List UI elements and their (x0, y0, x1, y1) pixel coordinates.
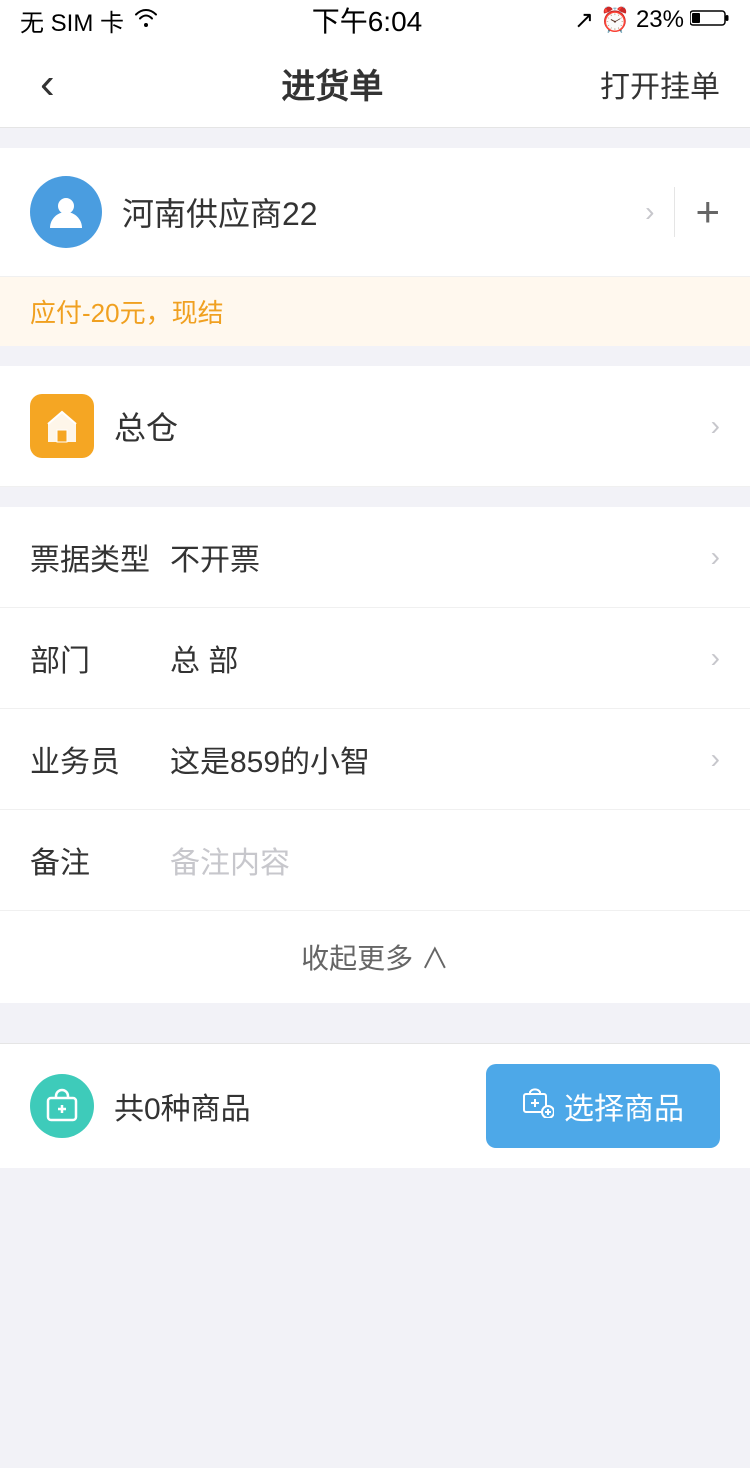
salesperson-key: 业务员 (30, 737, 170, 781)
supplier-card: 河南供应商22 › + 应付-20元，现结 (0, 148, 750, 346)
remark-row[interactable]: 备注 备注内容 (0, 810, 750, 911)
wifi-icon (132, 6, 160, 34)
remark-input[interactable]: 备注内容 (170, 838, 720, 882)
warehouse-label: 总仓 (114, 403, 711, 449)
supplier-avatar (30, 176, 102, 248)
product-count-label: 共0种商品 (114, 1084, 486, 1128)
nav-title: 进货单 (281, 59, 383, 108)
form-card: 票据类型 不开票 › 部门 总 部 › 业务员 这是859的小智 › 备注 备注… (0, 507, 750, 1003)
bottom-bar: 共0种商品 选择商品 (0, 1043, 750, 1168)
remark-key: 备注 (30, 838, 170, 882)
status-bar: 无 SIM 卡 下午6:04 ↗ ⏰ 23% (0, 0, 750, 40)
warehouse-chevron-icon: › (711, 410, 720, 442)
warehouse-row[interactable]: 总仓 › (0, 366, 750, 487)
battery-icon (690, 6, 730, 34)
select-btn-icon (522, 1086, 554, 1126)
battery-text: 23% (636, 6, 684, 34)
section-gap-1 (0, 128, 750, 148)
content-area (0, 1168, 750, 1468)
salesperson-chevron-icon: › (711, 743, 720, 775)
salesperson-value: 这是859的小智 (170, 737, 711, 781)
status-right: ↗ ⏰ 23% (574, 6, 730, 35)
invoice-type-row[interactable]: 票据类型 不开票 › (0, 507, 750, 608)
select-btn-label: 选择商品 (564, 1084, 684, 1128)
back-button[interactable]: ‹ (30, 52, 65, 116)
collapse-row[interactable]: 收起更多 ∧ (0, 911, 750, 1003)
section-gap-2 (0, 346, 750, 366)
supplier-row[interactable]: 河南供应商22 › + (0, 148, 750, 277)
supplier-chevron-icon: › (645, 196, 654, 228)
select-product-button[interactable]: 选择商品 (486, 1064, 720, 1148)
nav-bar: ‹ 进货单 打开挂单 (0, 40, 750, 128)
location-icon: ↗ (574, 6, 594, 35)
salesperson-row[interactable]: 业务员 这是859的小智 › (0, 709, 750, 810)
alarm-icon: ⏰ (600, 6, 630, 35)
invoice-type-chevron-icon: › (711, 541, 720, 573)
department-value: 总 部 (170, 636, 711, 680)
status-left: 无 SIM 卡 (20, 3, 160, 38)
section-gap-4 (0, 1003, 750, 1023)
notice-bar: 应付-20元，现结 (0, 277, 750, 346)
warehouse-icon-wrap (30, 394, 94, 458)
department-row[interactable]: 部门 总 部 › (0, 608, 750, 709)
department-key: 部门 (30, 636, 170, 680)
department-chevron-icon: › (711, 642, 720, 674)
section-gap-3 (0, 487, 750, 507)
invoice-type-value: 不开票 (170, 535, 711, 579)
product-icon-wrap (30, 1074, 94, 1138)
supplier-name: 河南供应商22 (122, 189, 645, 235)
open-pending-button[interactable]: 打开挂单 (600, 62, 720, 106)
add-supplier-button[interactable]: + (695, 188, 720, 236)
collapse-label: 收起更多 ∧ (301, 937, 449, 977)
supplier-divider (674, 187, 675, 237)
status-time: 下午6:04 (312, 0, 423, 40)
invoice-type-key: 票据类型 (30, 535, 170, 579)
carrier-text: 无 SIM 卡 (20, 3, 124, 38)
